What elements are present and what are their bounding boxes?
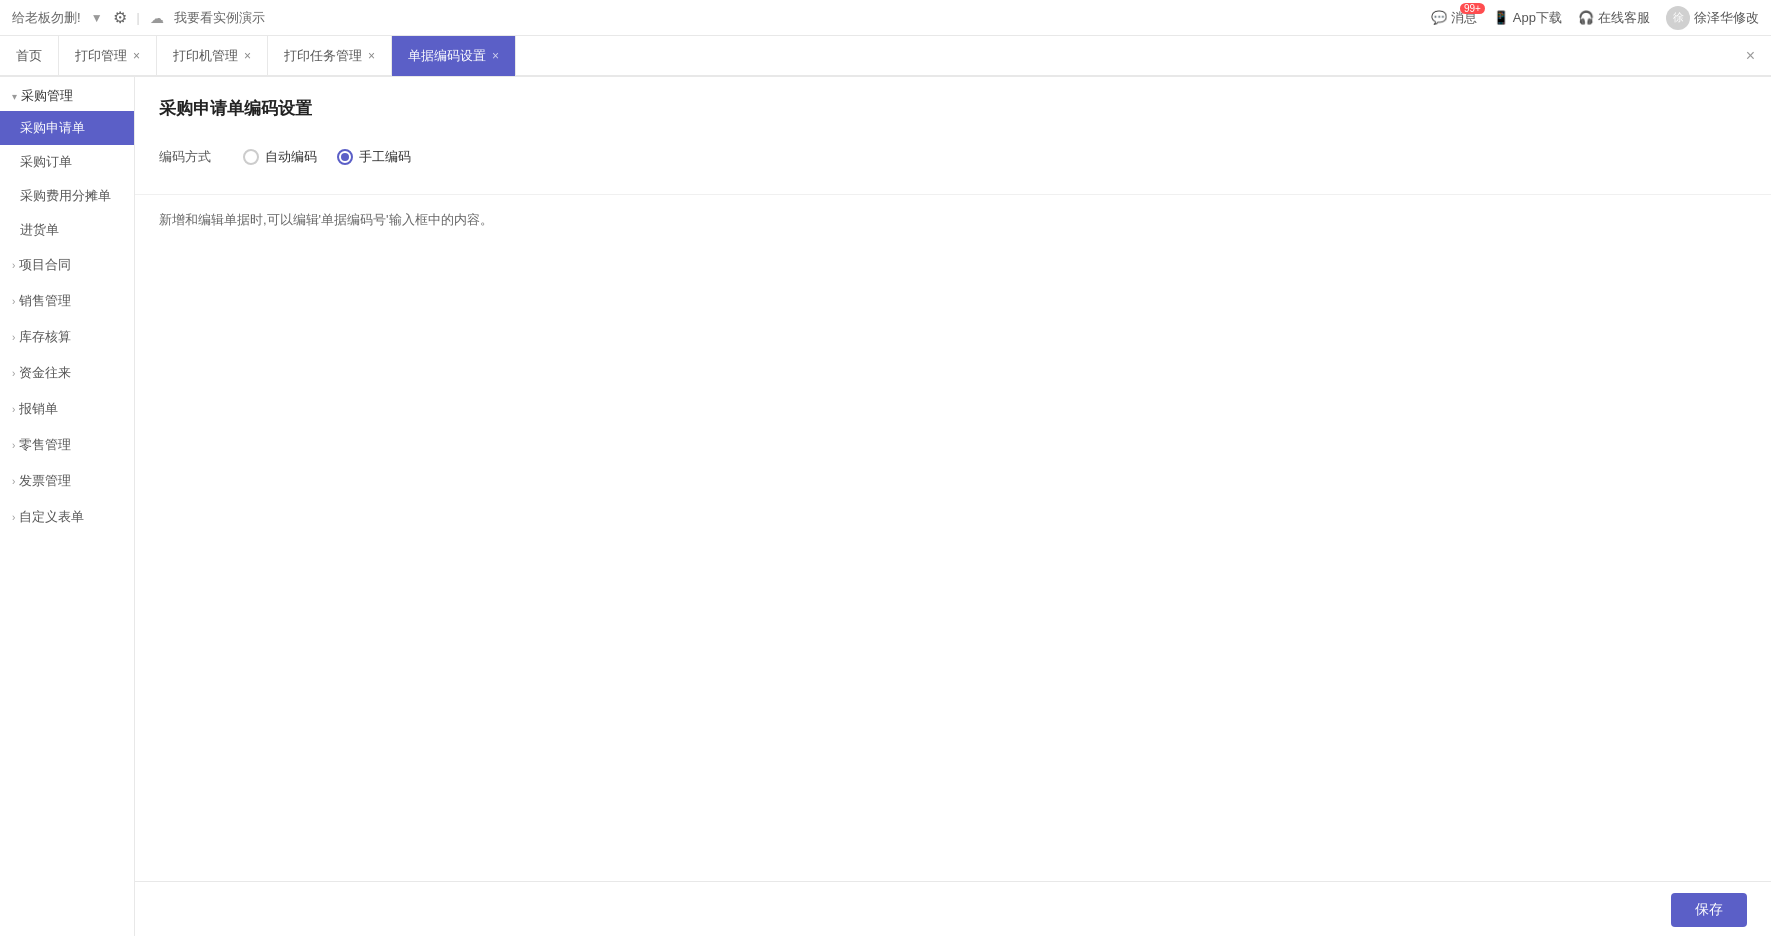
app-download-button[interactable]: 📱 App下载: [1493, 9, 1562, 27]
sidebar-group-retail-mgmt[interactable]: › 零售管理: [0, 427, 134, 463]
content-inner: 采购申请单编码设置 编码方式 自动编码 手工编码: [135, 77, 1771, 881]
tab-bar: 首页 打印管理 × 打印机管理 × 打印任务管理 × 单据编码设置 ×: [0, 36, 1771, 76]
sidebar-item-purchase-expense-label: 采购费用分摊单: [20, 188, 111, 203]
manual-encoding-radio[interactable]: 手工编码: [337, 148, 411, 166]
sidebar-group-project-contract-label: 项目合同: [19, 256, 71, 274]
chevron-right-icon: ›: [12, 476, 15, 487]
sidebar-group-returns-label: 报销单: [19, 400, 58, 418]
top-bar-left: 给老板勿删! ▼ ⚙ | ☁ 我要看实例演示: [12, 8, 265, 27]
footer-bar: 保存: [135, 881, 1771, 936]
content-area: 采购申请单编码设置 编码方式 自动编码 手工编码: [135, 77, 1771, 936]
app-download-label: App下载: [1513, 9, 1562, 27]
chevron-down-icon: ▾: [12, 91, 17, 102]
settings-icon[interactable]: ⚙: [113, 8, 127, 27]
manual-encoding-label: 手工编码: [359, 148, 411, 166]
demo-label: 我要看实例演示: [174, 9, 265, 27]
message-button[interactable]: 💬 消息 99+: [1431, 9, 1477, 27]
sidebar-item-purchase-order-label: 采购订单: [20, 154, 72, 169]
sidebar-item-incoming-label: 进货单: [20, 222, 59, 237]
sidebar-item-purchase-expense[interactable]: 采购费用分摊单: [0, 179, 134, 213]
encoding-row: 编码方式 自动编码 手工编码: [159, 136, 1747, 178]
window-close-button[interactable]: ×: [1746, 47, 1755, 65]
tab-home[interactable]: 首页: [0, 36, 59, 76]
message-badge: 99+: [1460, 3, 1485, 14]
tab-printer-mgmt-label: 打印机管理: [173, 47, 238, 65]
chevron-right-icon: ›: [12, 260, 15, 271]
sidebar-group-procurement-label: 采购管理: [21, 87, 73, 105]
sidebar-item-incoming[interactable]: 进货单: [0, 213, 134, 247]
page-title: 采购申请单编码设置: [135, 77, 1771, 136]
user-name: 徐泽华修改: [1694, 9, 1759, 27]
tab-print-task-mgmt-close[interactable]: ×: [368, 49, 375, 63]
main-layout: ▾ 采购管理 采购申请单 采购订单 采购费用分摊单 进货单 › 项目合同 › 销…: [0, 77, 1771, 936]
user-menu[interactable]: 徐 徐泽华修改: [1666, 6, 1759, 30]
sidebar-group-capital-label: 资金往来: [19, 364, 71, 382]
sidebar-group-invoice-mgmt-label: 发票管理: [19, 472, 71, 490]
app-logo: 给老板勿删!: [12, 9, 81, 27]
download-icon: 📱: [1493, 10, 1509, 25]
chevron-right-icon: ›: [12, 332, 15, 343]
chevron-right-icon: ›: [12, 368, 15, 379]
tab-print-mgmt-close[interactable]: ×: [133, 49, 140, 63]
tab-print-mgmt-label: 打印管理: [75, 47, 127, 65]
sidebar-group-procurement[interactable]: ▾ 采购管理: [0, 77, 134, 111]
avatar: 徐: [1666, 6, 1690, 30]
tab-single-code-settings[interactable]: 单据编码设置 ×: [392, 36, 516, 76]
auto-encoding-radio[interactable]: 自动编码: [243, 148, 317, 166]
divider: |: [137, 11, 140, 25]
tab-single-code-settings-label: 单据编码设置: [408, 47, 486, 65]
sidebar-group-retail-mgmt-label: 零售管理: [19, 436, 71, 454]
tab-print-task-mgmt[interactable]: 打印任务管理 ×: [268, 36, 392, 76]
sidebar: ▾ 采购管理 采购申请单 采购订单 采购费用分摊单 进货单 › 项目合同 › 销…: [0, 77, 135, 936]
chevron-right-icon: ›: [12, 512, 15, 523]
encoding-section: 编码方式 自动编码 手工编码: [135, 136, 1771, 195]
sidebar-group-custom-form[interactable]: › 自定义表单: [0, 499, 134, 535]
chevron-right-icon: ›: [12, 296, 15, 307]
sidebar-group-inventory-label: 库存核算: [19, 328, 71, 346]
customer-service-button[interactable]: 🎧 在线客服: [1578, 9, 1650, 27]
sidebar-item-purchase-order[interactable]: 采购订单: [0, 145, 134, 179]
sidebar-group-invoice-mgmt[interactable]: › 发票管理: [0, 463, 134, 499]
top-bar: 给老板勿删! ▼ ⚙ | ☁ 我要看实例演示 💬 消息 99+ 📱 App下载 …: [0, 0, 1771, 36]
sidebar-group-returns[interactable]: › 报销单: [0, 391, 134, 427]
manual-radio-circle: [337, 149, 353, 165]
tab-single-code-settings-close[interactable]: ×: [492, 49, 499, 63]
chevron-right-icon: ›: [12, 440, 15, 451]
sidebar-item-purchase-request[interactable]: 采购申请单: [0, 111, 134, 145]
customer-service-label: 在线客服: [1598, 9, 1650, 27]
save-button[interactable]: 保存: [1671, 893, 1747, 927]
sidebar-group-sales-mgmt[interactable]: › 销售管理: [0, 283, 134, 319]
dropdown-arrow-icon[interactable]: ▼: [91, 11, 103, 25]
cloud-icon: ☁: [150, 10, 164, 26]
tab-print-task-mgmt-label: 打印任务管理: [284, 47, 362, 65]
auto-encoding-label: 自动编码: [265, 148, 317, 166]
tab-print-mgmt[interactable]: 打印管理 ×: [59, 36, 157, 76]
auto-radio-circle: [243, 149, 259, 165]
top-bar-right: 💬 消息 99+ 📱 App下载 🎧 在线客服 徐 徐泽华修改: [1431, 6, 1759, 30]
sidebar-group-project-contract[interactable]: › 项目合同: [0, 247, 134, 283]
sidebar-item-purchase-request-label: 采购申请单: [20, 120, 85, 135]
hint-text: 新增和编辑单据时,可以编辑'单据编码号'输入框中的内容。: [135, 195, 1771, 245]
headset-icon: 🎧: [1578, 10, 1594, 25]
tab-home-label: 首页: [16, 47, 42, 65]
sidebar-group-inventory[interactable]: › 库存核算: [0, 319, 134, 355]
tab-printer-mgmt[interactable]: 打印机管理 ×: [157, 36, 268, 76]
demo-link[interactable]: 我要看实例演示: [174, 9, 265, 27]
encoding-radio-group: 自动编码 手工编码: [243, 148, 411, 166]
sidebar-group-custom-form-label: 自定义表单: [19, 508, 84, 526]
encoding-label: 编码方式: [159, 148, 219, 166]
message-icon: 💬: [1431, 10, 1447, 25]
tab-printer-mgmt-close[interactable]: ×: [244, 49, 251, 63]
chevron-right-icon: ›: [12, 404, 15, 415]
sidebar-group-capital[interactable]: › 资金往来: [0, 355, 134, 391]
sidebar-group-sales-mgmt-label: 销售管理: [19, 292, 71, 310]
